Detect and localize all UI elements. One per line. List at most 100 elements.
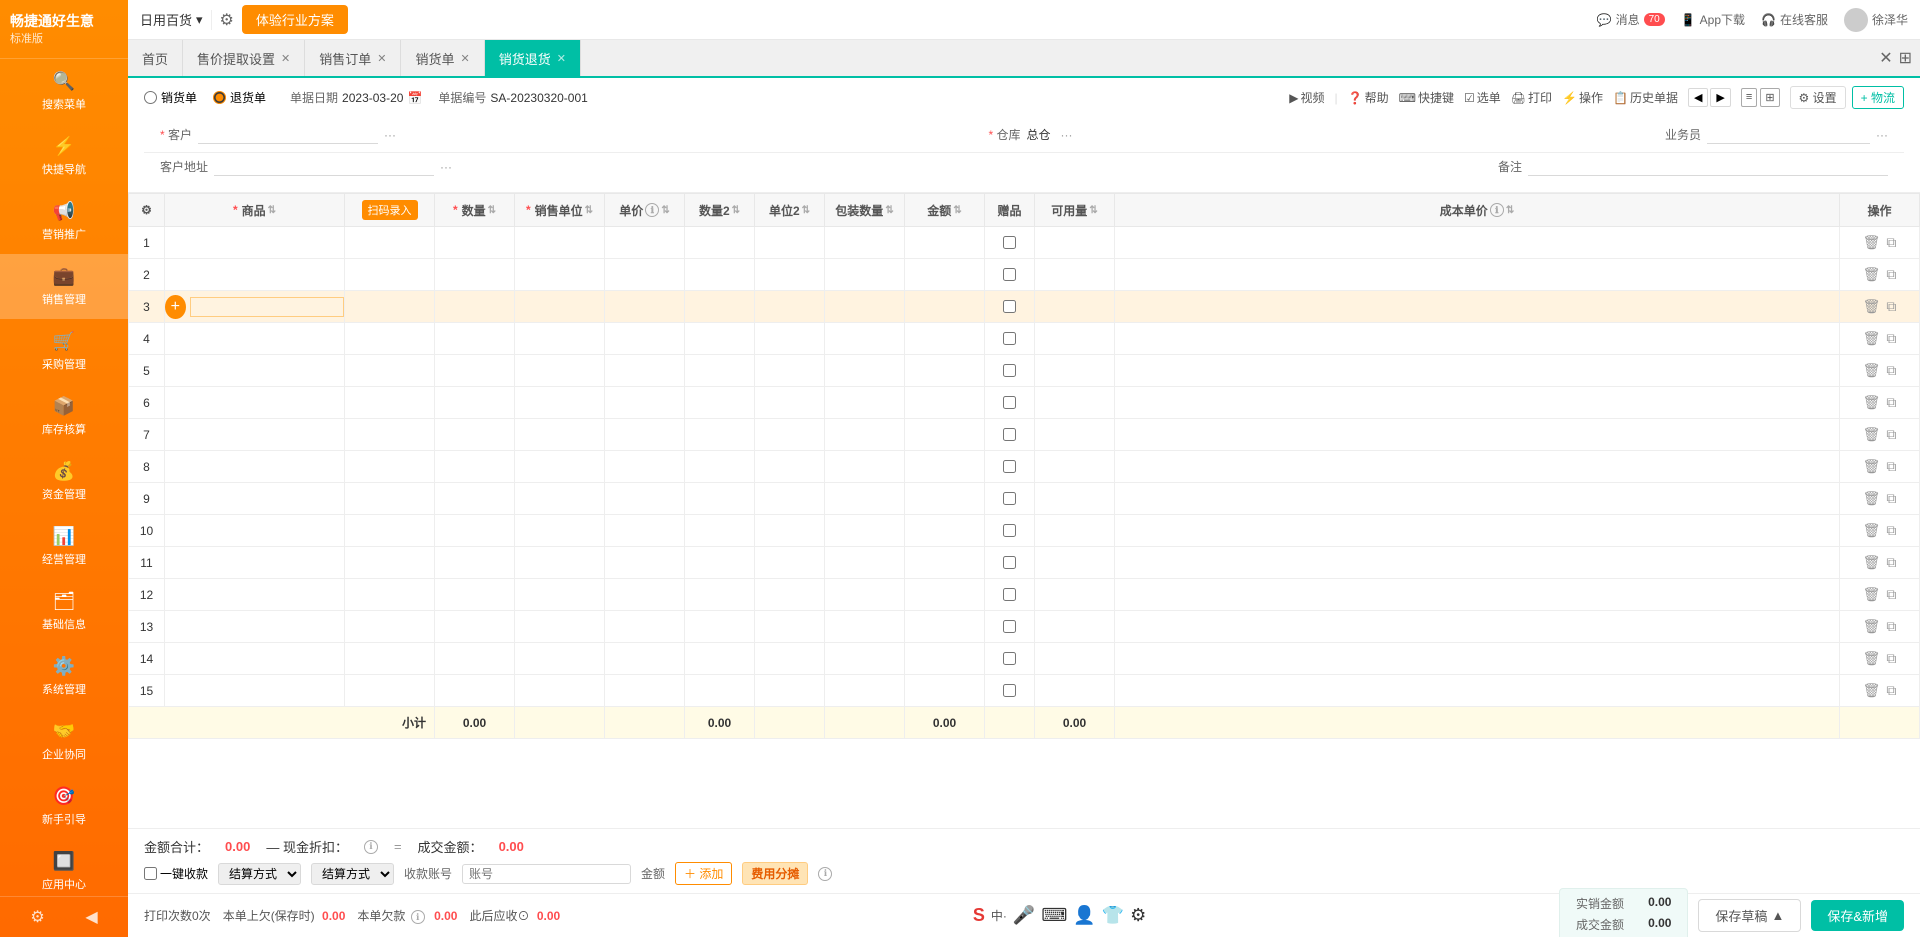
tab-sales-return[interactable]: 销货退货 ✕ [485,40,581,76]
product-cell-3[interactable]: + [165,291,345,323]
qty2-cell-14[interactable] [685,643,755,675]
debt-info-icon[interactable]: ℹ [411,910,425,924]
pkg-cell-8[interactable] [825,451,905,483]
radio-return[interactable]: 退货单 [213,89,266,106]
onepay-checkbox[interactable]: 一键收款 [144,865,208,882]
unit2-cell-15[interactable] [755,675,825,707]
qty-cell-15[interactable] [435,675,515,707]
action-select[interactable]: ☑ 选单 [1464,89,1501,106]
pkg-cell-9[interactable] [825,483,905,515]
amount-cell-10[interactable] [905,515,985,547]
split-info-icon[interactable]: ℹ [818,867,832,881]
radio-delivery-input[interactable] [144,91,157,104]
product-cell-8[interactable] [165,451,345,483]
price-cell-11[interactable] [605,547,685,579]
qty-cell-9[interactable] [435,483,515,515]
cost-cell-2[interactable] [1115,259,1840,291]
gift-check-14[interactable] [1003,652,1016,665]
cost-info-icon[interactable]: ℹ [1490,203,1504,217]
product-input-3[interactable] [190,297,344,317]
gift-cell-10[interactable] [985,515,1035,547]
tab-price-settings[interactable]: 售价提取设置 ✕ [183,40,305,76]
logistics-button[interactable]: + 物流 [1852,86,1904,109]
qty2-cell-11[interactable] [685,547,755,579]
product-cell-10[interactable] [165,515,345,547]
unit2-cell-7[interactable] [755,419,825,451]
product-cell-1[interactable] [165,227,345,259]
product-cell-15[interactable] [165,675,345,707]
product-sort-icon[interactable]: ⇅ [268,205,276,216]
sidebar-item-shortcut[interactable]: ⚡ 快捷导航 [0,124,128,189]
amount-cell-13[interactable] [905,611,985,643]
unit2-cell-4[interactable] [755,323,825,355]
cost-cell-3[interactable] [1115,291,1840,323]
account-input[interactable] [462,864,631,884]
cost-cell-7[interactable] [1115,419,1840,451]
gift-cell-15[interactable] [985,675,1035,707]
price-cell-5[interactable] [605,355,685,387]
product-cell-7[interactable] [165,419,345,451]
tab-close-price[interactable]: ✕ [281,52,290,65]
available-cell-9[interactable] [1035,483,1115,515]
available-cell-10[interactable] [1035,515,1115,547]
sidebar-item-inventory[interactable]: 📦 库存核算 [0,384,128,449]
gift-cell-7[interactable] [985,419,1035,451]
online-service-button[interactable]: 🎧 在线客服 [1761,11,1828,28]
pkg-cell-10[interactable] [825,515,905,547]
category-select[interactable]: 日用百货 ▾ [140,10,203,29]
amount-cell-8[interactable] [905,451,985,483]
pkg-cell-3[interactable] [825,291,905,323]
gift-check-4[interactable] [1003,332,1016,345]
gift-check-11[interactable] [1003,556,1016,569]
gift-cell-11[interactable] [985,547,1035,579]
unit2-cell-2[interactable] [755,259,825,291]
available-cell-1[interactable] [1035,227,1115,259]
unit2-cell-5[interactable] [755,355,825,387]
copy-row-11[interactable]: ⧉ [1886,554,1896,571]
product-cell-6[interactable] [165,387,345,419]
qty2-cell-1[interactable] [685,227,755,259]
message-button[interactable]: 💬 消息 70 [1597,11,1665,28]
calc-method-select[interactable]: 结算方式 [218,863,301,885]
gift-check-3[interactable] [1003,300,1016,313]
delete-row-12[interactable]: 🗑 [1863,586,1881,603]
sidebar-item-enterprise[interactable]: 🤝 企业协同 [0,709,128,774]
available-cell-13[interactable] [1035,611,1115,643]
action-video[interactable]: ▶ 视频 [1289,89,1324,106]
tab-menu-icon[interactable]: ⊞ [1899,48,1912,68]
unit-cell-14[interactable] [515,643,605,675]
copy-row-13[interactable]: ⧉ [1886,618,1896,635]
action-operate[interactable]: ⚡ 操作 [1562,89,1603,106]
qty-cell-12[interactable] [435,579,515,611]
unit-cell-7[interactable] [515,419,605,451]
product-cell-14[interactable] [165,643,345,675]
product-cell-2[interactable] [165,259,345,291]
save-draft-button[interactable]: 保存草稿 ▲ [1698,899,1801,932]
unit-sort-icon[interactable]: ⇅ [585,205,593,216]
unit2-cell-11[interactable] [755,547,825,579]
topbar-gear-icon[interactable]: ⚙ [220,10,234,30]
price-cell-3[interactable] [605,291,685,323]
qty-cell-10[interactable] [435,515,515,547]
pkg-cell-5[interactable] [825,355,905,387]
unit-cell-10[interactable] [515,515,605,547]
sidebar-item-purchase[interactable]: 🛒 采购管理 [0,319,128,384]
gift-check-12[interactable] [1003,588,1016,601]
price-cell-7[interactable] [605,419,685,451]
gift-cell-5[interactable] [985,355,1035,387]
price-cell-6[interactable] [605,387,685,419]
copy-row-14[interactable]: ⧉ [1886,650,1896,667]
unit2-cell-8[interactable] [755,451,825,483]
available-cell-5[interactable] [1035,355,1115,387]
settings-bottom-icon[interactable]: ⚙ [30,907,44,927]
cost-cell-6[interactable] [1115,387,1840,419]
customer-picker-icon[interactable]: ··· [384,128,396,142]
unit-cell-9[interactable] [515,483,605,515]
unit-cell-4[interactable] [515,323,605,355]
gift-cell-4[interactable] [985,323,1035,355]
copy-row-12[interactable]: ⧉ [1886,586,1896,603]
qty-cell-3[interactable] [435,291,515,323]
price-cell-12[interactable] [605,579,685,611]
delete-row-7[interactable]: 🗑 [1863,426,1881,443]
tab-sales-order[interactable]: 销售订单 ✕ [305,40,401,76]
